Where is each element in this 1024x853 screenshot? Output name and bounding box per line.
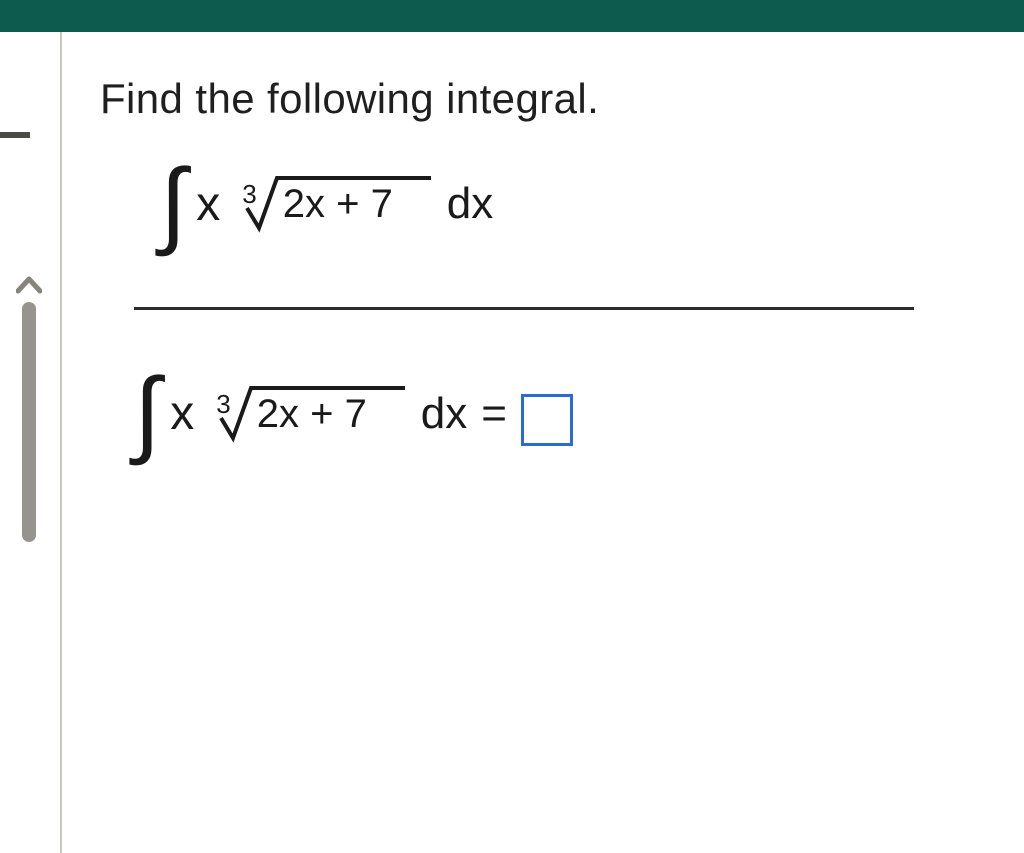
differential: dx <box>421 389 467 439</box>
answer-input[interactable] <box>521 394 573 446</box>
equals-sign: = <box>481 389 507 439</box>
sidebar-item-dash[interactable] <box>0 132 30 138</box>
integral-sign-icon: ∫ <box>134 370 160 456</box>
cube-root: 3 2x + 7 <box>228 174 432 234</box>
integral-sign-icon: ∫ <box>160 161 186 247</box>
answer-expression: ∫ x 3 2x + 7 dx = <box>134 370 1000 456</box>
question-prompt: Find the following integral. <box>100 75 1000 123</box>
cube-root: 3 2x + 7 <box>202 384 406 444</box>
radical-icon: 2x + 7 <box>217 384 407 444</box>
left-gutter-divider <box>60 32 62 853</box>
scroll-up-icon[interactable] <box>16 272 42 300</box>
differential: dx <box>447 179 493 229</box>
integrand-x: x <box>192 177 224 232</box>
radicand: 2x + 7 <box>283 182 393 227</box>
integrand-x: x <box>166 386 198 441</box>
horizontal-divider <box>134 307 914 310</box>
question-content: Find the following integral. ∫ x 3 2x + … <box>100 75 1000 457</box>
radicand: 2x + 7 <box>257 392 367 437</box>
top-color-band <box>0 0 1024 32</box>
integral-expression: ∫ x 3 2x + 7 dx <box>160 161 1000 247</box>
progress-scrollbar[interactable] <box>22 302 36 542</box>
radical-icon: 2x + 7 <box>243 174 433 234</box>
